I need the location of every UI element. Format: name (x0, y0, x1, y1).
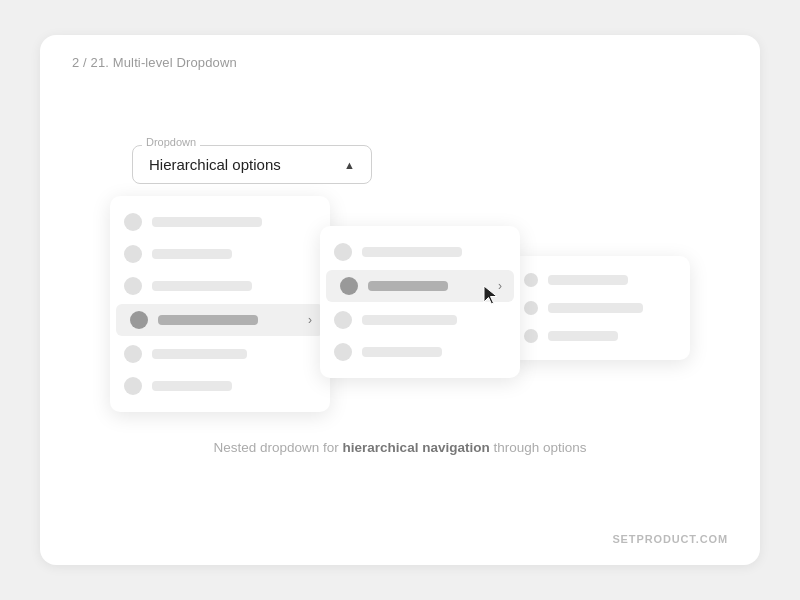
row-icon (124, 377, 142, 395)
description-bold: hierarchical navigation (343, 440, 490, 455)
card: 2 / 21. Multi-level Dropdown Dropdown Hi… (40, 35, 760, 565)
row-icon (334, 243, 352, 261)
row-icon (334, 311, 352, 329)
menu-row[interactable] (110, 238, 330, 270)
row-icon-active (130, 311, 148, 329)
menu-row[interactable] (110, 270, 330, 302)
row-icon (334, 343, 352, 361)
row-label-bar (362, 315, 457, 325)
menu-row[interactable] (510, 266, 690, 294)
row-icon-active (340, 277, 358, 295)
description-suffix: through options (490, 440, 587, 455)
dropdown-panel-3 (510, 256, 690, 360)
page-label: 2 / 21. Multi-level Dropdown (72, 55, 237, 70)
row-label-bar (548, 303, 643, 313)
dropdown-panel-1: › (110, 196, 330, 412)
row-icon (524, 273, 538, 287)
dropdown-trigger[interactable]: Hierarchical options ▲ (132, 145, 372, 184)
brand-label: SETPRODUCT.COM (612, 533, 728, 545)
row-icon (124, 277, 142, 295)
menu-row[interactable] (320, 236, 520, 268)
row-icon (524, 329, 538, 343)
menu-row-active[interactable]: › (116, 304, 324, 336)
row-label-bar (548, 275, 628, 285)
row-label-bar-active (368, 281, 448, 291)
dropdown-arrow-icon: ▲ (344, 159, 355, 171)
row-label-bar (362, 247, 462, 257)
menu-row[interactable] (320, 304, 520, 336)
row-label-bar (548, 331, 618, 341)
row-icon (524, 301, 538, 315)
row-icon (124, 213, 142, 231)
menu-row-active[interactable]: › (326, 270, 514, 302)
row-icon (124, 345, 142, 363)
menus-container: › › (110, 196, 690, 412)
dropdown-panel-2: › (320, 226, 520, 378)
menu-row[interactable] (320, 336, 520, 368)
row-label-bar (152, 381, 232, 391)
row-label-bar (362, 347, 442, 357)
row-label-bar (152, 217, 262, 227)
content-area: Dropdown Hierarchical options ▲ (72, 59, 728, 541)
row-icon (124, 245, 142, 263)
menu-row[interactable] (110, 206, 330, 238)
row-label-bar (152, 349, 247, 359)
description-prefix: Nested dropdown for (214, 440, 343, 455)
menu-row[interactable] (110, 370, 330, 402)
menu-row[interactable] (110, 338, 330, 370)
menu-row[interactable] (510, 322, 690, 350)
row-label-bar (152, 249, 232, 259)
dropdown-float-label: Dropdown (142, 136, 200, 148)
chevron-right-icon: › (308, 313, 312, 327)
description: Nested dropdown for hierarchical navigat… (214, 440, 587, 455)
dropdown-selected-value: Hierarchical options (149, 156, 281, 173)
dropdown-wrapper: Dropdown Hierarchical options ▲ (132, 145, 372, 184)
row-label-bar (152, 281, 252, 291)
menu-row[interactable] (510, 294, 690, 322)
row-label-bar-active (158, 315, 258, 325)
